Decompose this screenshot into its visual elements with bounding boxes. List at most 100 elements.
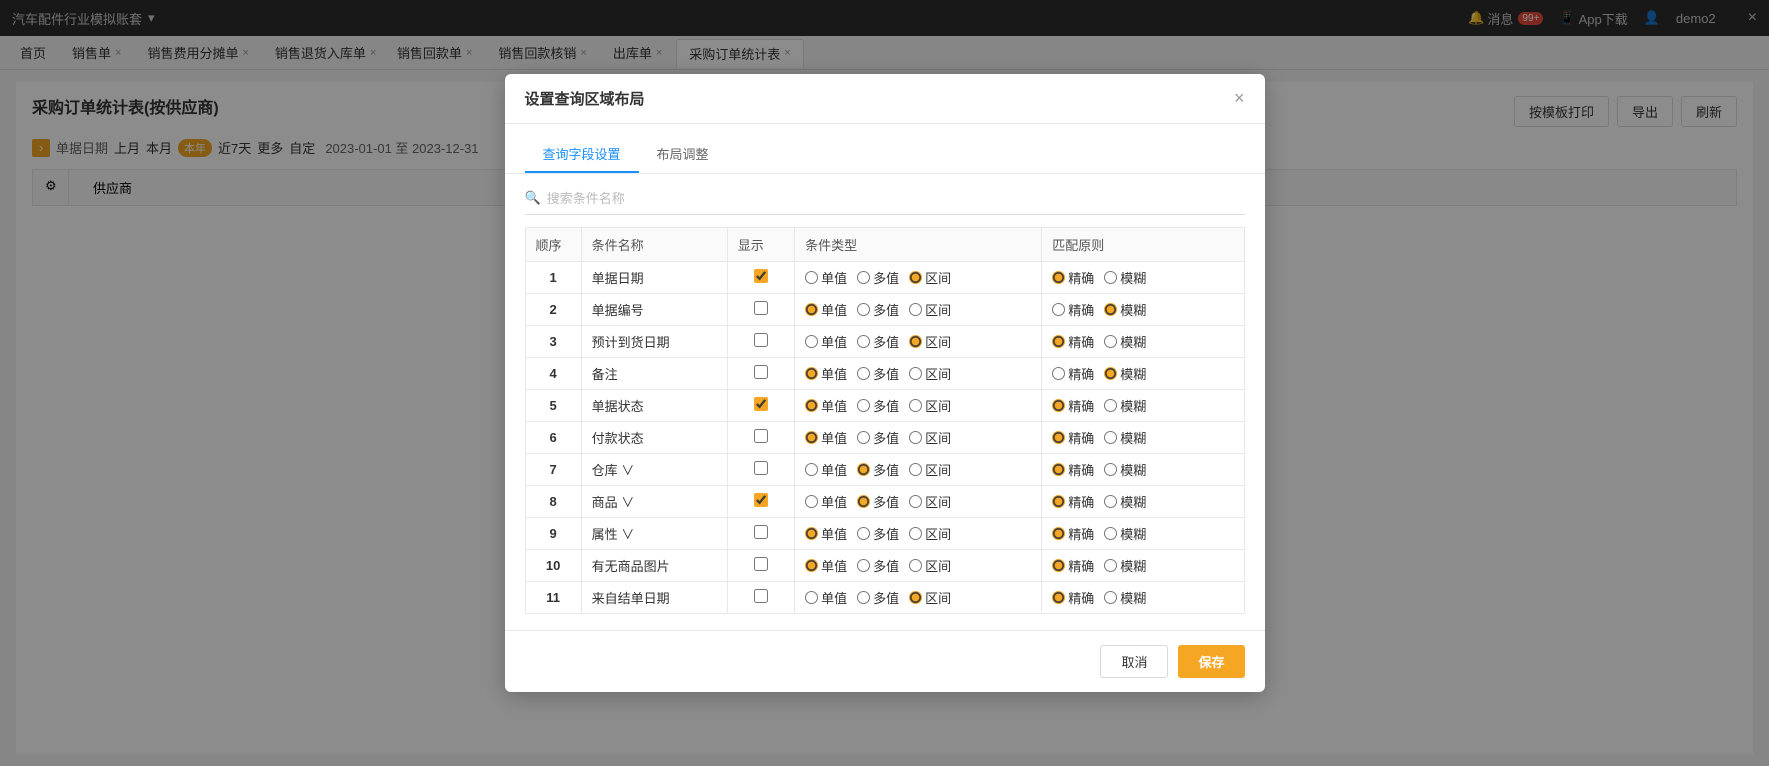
type-radio-item[interactable]: 单值 bbox=[805, 364, 847, 383]
match-radio[interactable] bbox=[1104, 367, 1117, 380]
type-radio[interactable] bbox=[909, 463, 922, 476]
row-show-checkbox[interactable] bbox=[754, 557, 768, 571]
type-radio[interactable] bbox=[909, 399, 922, 412]
match-radio[interactable] bbox=[1052, 527, 1065, 540]
row-show-checkbox[interactable] bbox=[754, 493, 768, 507]
match-radio-item[interactable]: 模糊 bbox=[1104, 332, 1146, 351]
type-radio[interactable] bbox=[909, 303, 922, 316]
type-radio[interactable] bbox=[857, 335, 870, 348]
match-radio[interactable] bbox=[1104, 431, 1117, 444]
match-radio[interactable] bbox=[1052, 399, 1065, 412]
type-radio[interactable] bbox=[805, 463, 818, 476]
type-radio[interactable] bbox=[857, 527, 870, 540]
type-radio-item[interactable]: 多值 bbox=[857, 428, 899, 447]
type-radio-item[interactable]: 多值 bbox=[857, 492, 899, 511]
type-radio-item[interactable]: 单值 bbox=[805, 332, 847, 351]
match-radio-item[interactable]: 精确 bbox=[1052, 268, 1094, 287]
type-radio[interactable] bbox=[857, 495, 870, 508]
type-radio[interactable] bbox=[857, 431, 870, 444]
match-radio[interactable] bbox=[1052, 559, 1065, 572]
match-radio-item[interactable]: 模糊 bbox=[1104, 460, 1146, 479]
type-radio-item[interactable]: 单值 bbox=[805, 588, 847, 607]
row-show-checkbox[interactable] bbox=[754, 397, 768, 411]
type-radio[interactable] bbox=[909, 335, 922, 348]
match-radio-item[interactable]: 模糊 bbox=[1104, 300, 1146, 319]
match-radio[interactable] bbox=[1104, 271, 1117, 284]
type-radio-item[interactable]: 单值 bbox=[805, 300, 847, 319]
type-radio-item[interactable]: 区间 bbox=[909, 524, 951, 543]
dialog-tab-query[interactable]: 查询字段设置 bbox=[525, 136, 639, 173]
type-radio[interactable] bbox=[909, 495, 922, 508]
type-radio[interactable] bbox=[857, 303, 870, 316]
row-show-checkbox[interactable] bbox=[754, 365, 768, 379]
type-radio[interactable] bbox=[805, 335, 818, 348]
match-radio-item[interactable]: 模糊 bbox=[1104, 492, 1146, 511]
type-radio[interactable] bbox=[909, 527, 922, 540]
row-show-checkbox[interactable] bbox=[754, 429, 768, 443]
type-radio[interactable] bbox=[805, 431, 818, 444]
match-radio-item[interactable]: 精确 bbox=[1052, 364, 1094, 383]
match-radio[interactable] bbox=[1104, 495, 1117, 508]
type-radio[interactable] bbox=[857, 367, 870, 380]
match-radio[interactable] bbox=[1104, 399, 1117, 412]
type-radio-item[interactable]: 区间 bbox=[909, 396, 951, 415]
search-input[interactable] bbox=[547, 191, 747, 206]
dialog-tab-layout[interactable]: 布局调整 bbox=[639, 136, 727, 173]
type-radio[interactable] bbox=[857, 271, 870, 284]
row-show-checkbox[interactable] bbox=[754, 269, 768, 283]
type-radio-item[interactable]: 单值 bbox=[805, 524, 847, 543]
type-radio[interactable] bbox=[909, 271, 922, 284]
type-radio-item[interactable]: 单值 bbox=[805, 492, 847, 511]
match-radio[interactable] bbox=[1052, 271, 1065, 284]
type-radio-item[interactable]: 区间 bbox=[909, 428, 951, 447]
dialog-close-button[interactable]: × bbox=[1234, 88, 1245, 109]
match-radio[interactable] bbox=[1104, 335, 1117, 348]
match-radio[interactable] bbox=[1104, 303, 1117, 316]
match-radio[interactable] bbox=[1104, 591, 1117, 604]
match-radio[interactable] bbox=[1052, 591, 1065, 604]
match-radio[interactable] bbox=[1104, 463, 1117, 476]
type-radio-item[interactable]: 单值 bbox=[805, 268, 847, 287]
row-show-checkbox[interactable] bbox=[754, 333, 768, 347]
type-radio-item[interactable]: 单值 bbox=[805, 556, 847, 575]
row-show-checkbox[interactable] bbox=[754, 461, 768, 475]
type-radio-item[interactable]: 多值 bbox=[857, 460, 899, 479]
match-radio-item[interactable]: 精确 bbox=[1052, 332, 1094, 351]
match-radio-item[interactable]: 模糊 bbox=[1104, 556, 1146, 575]
type-radio-item[interactable]: 单值 bbox=[805, 460, 847, 479]
match-radio-item[interactable]: 模糊 bbox=[1104, 524, 1146, 543]
match-radio-item[interactable]: 模糊 bbox=[1104, 364, 1146, 383]
type-radio[interactable] bbox=[909, 367, 922, 380]
row-show-checkbox[interactable] bbox=[754, 525, 768, 539]
type-radio-item[interactable]: 区间 bbox=[909, 556, 951, 575]
type-radio-item[interactable]: 多值 bbox=[857, 364, 899, 383]
match-radio-item[interactable]: 精确 bbox=[1052, 556, 1094, 575]
type-radio[interactable] bbox=[805, 367, 818, 380]
type-radio[interactable] bbox=[805, 527, 818, 540]
type-radio[interactable] bbox=[805, 559, 818, 572]
match-radio-item[interactable]: 精确 bbox=[1052, 396, 1094, 415]
type-radio-item[interactable]: 区间 bbox=[909, 460, 951, 479]
match-radio-item[interactable]: 精确 bbox=[1052, 300, 1094, 319]
type-radio[interactable] bbox=[805, 495, 818, 508]
type-radio-item[interactable]: 区间 bbox=[909, 300, 951, 319]
match-radio[interactable] bbox=[1052, 335, 1065, 348]
type-radio-item[interactable]: 区间 bbox=[909, 268, 951, 287]
type-radio-item[interactable]: 多值 bbox=[857, 332, 899, 351]
type-radio-item[interactable]: 多值 bbox=[857, 268, 899, 287]
type-radio[interactable] bbox=[857, 591, 870, 604]
type-radio-item[interactable]: 单值 bbox=[805, 396, 847, 415]
type-radio-item[interactable]: 区间 bbox=[909, 492, 951, 511]
type-radio-item[interactable]: 多值 bbox=[857, 588, 899, 607]
match-radio-item[interactable]: 精确 bbox=[1052, 428, 1094, 447]
cancel-button[interactable]: 取消 bbox=[1100, 645, 1168, 678]
match-radio-item[interactable]: 模糊 bbox=[1104, 588, 1146, 607]
type-radio[interactable] bbox=[909, 431, 922, 444]
type-radio-item[interactable]: 多值 bbox=[857, 300, 899, 319]
save-button[interactable]: 保存 bbox=[1178, 645, 1244, 678]
type-radio-item[interactable]: 多值 bbox=[857, 396, 899, 415]
type-radio-item[interactable]: 多值 bbox=[857, 524, 899, 543]
match-radio[interactable] bbox=[1052, 303, 1065, 316]
match-radio-item[interactable]: 精确 bbox=[1052, 492, 1094, 511]
type-radio-item[interactable]: 多值 bbox=[857, 556, 899, 575]
